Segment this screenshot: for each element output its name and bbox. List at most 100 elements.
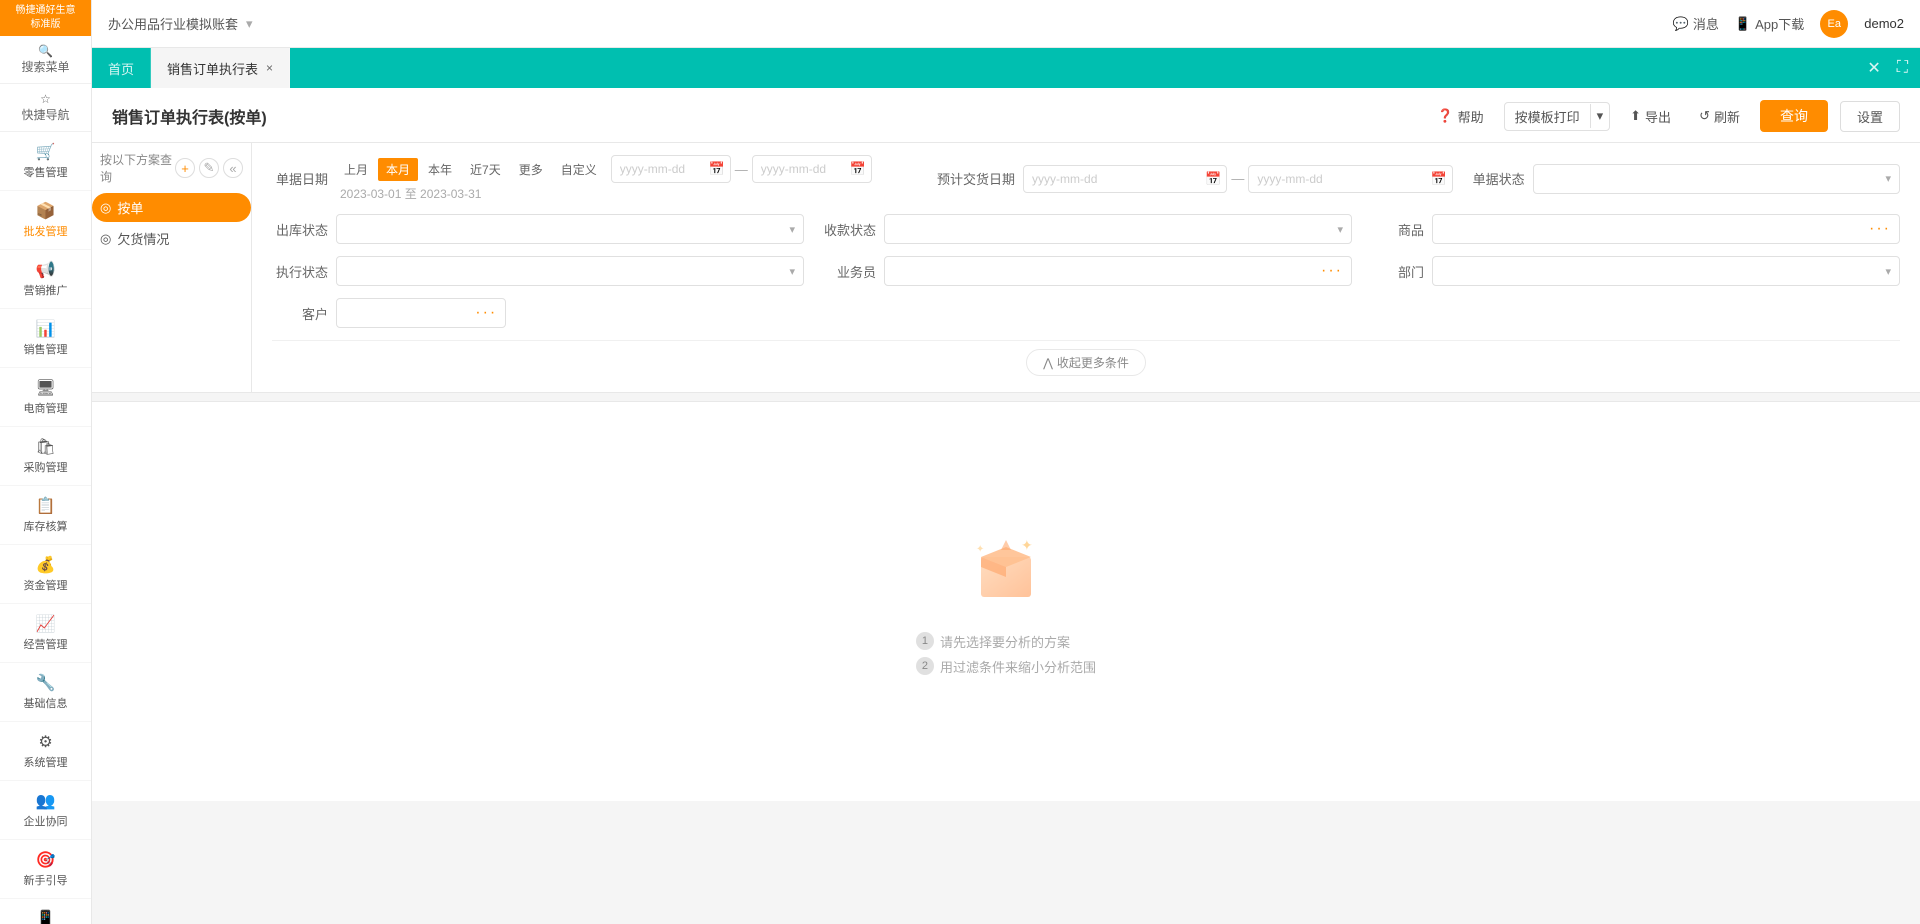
settings-button[interactable]: 设置 <box>1840 101 1900 132</box>
sidebar-item-4[interactable]: 🖥 电商管理 <box>0 368 91 427</box>
scheme-item-1[interactable]: ◎ 欠货情况 <box>92 224 251 253</box>
salesperson-field: 业务员 ··· <box>820 256 1352 286</box>
tab-active-label: 销售订单执行表 <box>167 59 258 78</box>
scheme-item-0[interactable]: ◎ 按单 <box>92 193 251 222</box>
sidebar-item-0[interactable]: 🛒 零售管理 <box>0 132 91 191</box>
date-label: 单据日期 <box>272 169 328 188</box>
sidebar-item-3[interactable]: 📊 销售管理 <box>0 309 91 368</box>
product-wrap: ··· <box>1432 214 1900 244</box>
hint-item-1: 1 请先选择要分析的方案 <box>916 632 1096 651</box>
sidebar-item-7[interactable]: 💰 资金管理 <box>0 545 91 604</box>
salesperson-input[interactable]: ··· <box>884 256 1352 286</box>
date-end-input[interactable] <box>752 155 872 183</box>
tab-home-label: 首页 <box>108 59 134 78</box>
exec-status-wrap: ▾ <box>336 256 804 286</box>
print-button[interactable]: 按模板打印 ▾ <box>1504 102 1611 131</box>
filter-row-1: 单据日期 上月 本月 本年 近7天 更多 自定义 <box>272 155 1900 202</box>
scheme-collapse-button[interactable]: « <box>223 158 243 178</box>
receipt-status-dropdown[interactable]: ▾ <box>884 214 1352 244</box>
sidebar-item-1[interactable]: 📦 批发管理 <box>0 191 91 250</box>
date-tab-this-month[interactable]: 本月 <box>378 158 418 181</box>
topbar-right: 💬 消息 📱 App下载 Ea demo2 <box>1673 10 1904 38</box>
customer-dots[interactable]: ··· <box>475 304 497 322</box>
export-button[interactable]: ⬆ 导出 <box>1622 103 1679 130</box>
exec-status-dropdown[interactable]: ▾ <box>336 256 804 286</box>
empty-hints: 1 请先选择要分析的方案 2 用过滤条件来缩小分析范围 <box>916 632 1096 682</box>
tab-close-icon[interactable]: × <box>266 61 273 75</box>
refresh-label: 刷新 <box>1714 107 1740 126</box>
sidebar-item-10[interactable]: ⚙ 系统管理 <box>0 722 91 781</box>
help-icon: ❓ <box>1437 108 1453 124</box>
customer-input[interactable]: ··· <box>336 298 506 328</box>
product-input[interactable]: ··· <box>1432 214 1900 244</box>
sidebar-item-13[interactable]: 📱 应用中心 <box>0 899 91 924</box>
quick-nav-label: 快捷导航 <box>6 106 85 123</box>
dept-field: 部门 ▾ <box>1368 256 1900 286</box>
sidebar-item-9[interactable]: 🔧 基础信息 <box>0 663 91 722</box>
sidebar-item-label-1: 批发管理 <box>24 223 68 239</box>
message-button[interactable]: 💬 消息 <box>1673 14 1719 33</box>
sidebar-item-label-12: 新手引导 <box>24 872 68 888</box>
page-content: 销售订单执行表(按单) ❓ 帮助 按模板打印 ▾ ⬆ 导出 <box>92 88 1920 924</box>
avatar[interactable]: Ea <box>1820 10 1848 38</box>
date-tab-prev-month[interactable]: 上月 <box>336 158 376 181</box>
scheme-add-button[interactable]: + <box>175 158 195 178</box>
date-tab-group: 上月 本月 本年 近7天 更多 自定义 📅 <box>336 155 919 183</box>
expected-date-start-input[interactable] <box>1023 165 1227 193</box>
date-tab-custom[interactable]: 自定义 <box>553 158 605 181</box>
sidebar-item-12[interactable]: 🎯 新手引导 <box>0 840 91 899</box>
doc-status-dropdown[interactable]: ▾ <box>1533 164 1900 194</box>
sidebar-item-label-5: 采购管理 <box>24 459 68 475</box>
tab-sales-order-exec[interactable]: 销售订单执行表 × <box>151 48 290 88</box>
collapse-label: 收起更多条件 <box>1057 354 1129 371</box>
refresh-button[interactable]: ↺ 刷新 <box>1691 103 1748 130</box>
scheme-edit-button[interactable]: ✎ <box>199 158 219 178</box>
date-start-input[interactable] <box>611 155 731 183</box>
sidebar-item-11[interactable]: 👥 企业协同 <box>0 781 91 840</box>
quick-nav[interactable]: ☆ 快捷导航 <box>0 84 91 132</box>
date-tab-7days[interactable]: 近7天 <box>462 158 509 181</box>
sidebar-item-6[interactable]: 📋 库存核算 <box>0 486 91 545</box>
collapse-button[interactable]: ⋀ 收起更多条件 <box>1026 349 1146 376</box>
sidebar-item-label-10: 系统管理 <box>24 754 68 770</box>
expected-date-end-input[interactable] <box>1248 165 1452 193</box>
sidebar-item-label-7: 资金管理 <box>24 577 68 593</box>
tab-home[interactable]: 首页 <box>92 48 151 88</box>
scheme-panel: 按以下方案查询 + ✎ « ◎ 按单 ◎ 欠货情况 <box>92 143 252 392</box>
product-label: 商品 <box>1368 220 1424 239</box>
topbar-chevron[interactable]: ▾ <box>246 16 253 32</box>
sidebar-item-icon-7: 💰 <box>36 555 56 575</box>
sidebar-item-icon-9: 🔧 <box>36 673 56 693</box>
out-status-dropdown[interactable]: ▾ <box>336 214 804 244</box>
tab-close-all-icon[interactable]: ✕ <box>1863 54 1884 82</box>
sidebar-item-icon-12: 🎯 <box>36 850 56 870</box>
help-button[interactable]: ❓ 帮助 <box>1429 103 1491 130</box>
print-label[interactable]: 按模板打印 <box>1505 103 1590 130</box>
date-tab-more[interactable]: 更多 <box>511 158 551 181</box>
username[interactable]: demo2 <box>1864 16 1904 31</box>
dept-dropdown[interactable]: ▾ <box>1432 256 1900 286</box>
out-status-field: 出库状态 ▾ <box>272 214 804 244</box>
product-dots[interactable]: ··· <box>1869 220 1891 238</box>
sidebar: 畅捷通好生意 标准版 🔍 搜索菜单 ☆ 快捷导航 🛒 零售管理 📦 批发管理 📢… <box>0 0 92 924</box>
date-separator: — <box>735 162 748 177</box>
tabbar: 首页 销售订单执行表 × ✕ ⛶ <box>92 48 1920 88</box>
print-chevron-icon[interactable]: ▾ <box>1590 104 1610 128</box>
expected-date-field: 预计交货日期 📅 — 📅 <box>935 165 1453 193</box>
date-tab-this-year[interactable]: 本年 <box>420 158 460 181</box>
search-menu[interactable]: 🔍 搜索菜单 <box>0 36 91 84</box>
query-button[interactable]: 查询 <box>1760 100 1828 132</box>
star-icon: ☆ <box>40 92 51 106</box>
mobile-icon: 📱 <box>1735 16 1751 32</box>
sidebar-item-2[interactable]: 📢 营销推广 <box>0 250 91 309</box>
sidebar-item-icon-2: 📢 <box>36 260 56 280</box>
tab-expand-icon[interactable]: ⛶ <box>1893 55 1912 81</box>
out-status-wrap: ▾ <box>336 214 804 244</box>
receipt-status-chevron-icon: ▾ <box>1337 223 1343 236</box>
sidebar-item-8[interactable]: 📈 经营管理 <box>0 604 91 663</box>
app-logo: 畅捷通好生意 标准版 <box>0 0 91 36</box>
salesperson-dots[interactable]: ··· <box>1321 262 1343 280</box>
app-download-button[interactable]: 📱 App下载 <box>1735 14 1804 33</box>
sidebar-item-5[interactable]: 🛍 采购管理 <box>0 427 91 486</box>
message-label: 消息 <box>1693 14 1719 33</box>
